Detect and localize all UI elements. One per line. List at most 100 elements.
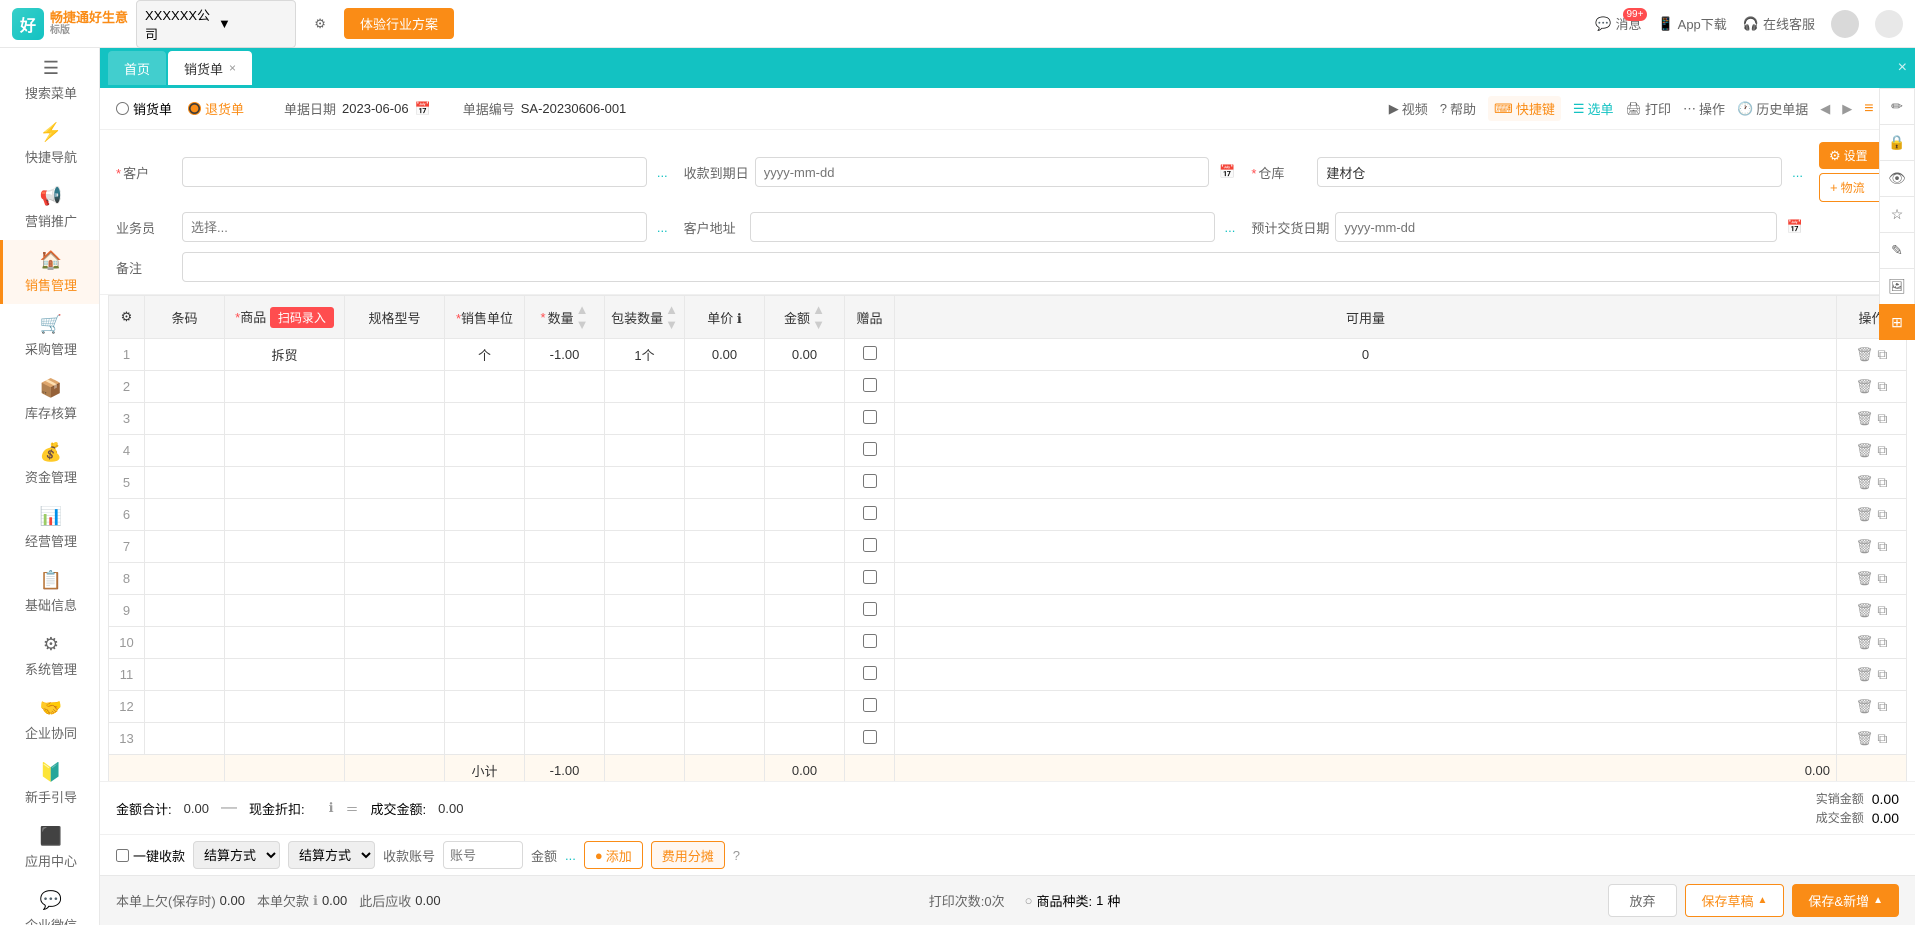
gift-checkbox-11[interactable] — [863, 698, 877, 712]
row-amount-6[interactable] — [765, 531, 845, 563]
copy-row-icon-4[interactable]: ⧉ — [1877, 474, 1887, 491]
row-unit-0[interactable]: 个 — [445, 339, 525, 371]
warehouse-select-btn[interactable]: ... — [1792, 165, 1803, 180]
row-pack-qty-4[interactable] — [605, 467, 685, 499]
float-image-btn[interactable]: 🖼 — [1879, 268, 1915, 304]
row-gift-12[interactable] — [845, 723, 895, 755]
delivery-date-calendar-icon[interactable]: 📅 — [1787, 219, 1803, 235]
row-spec-3[interactable] — [345, 435, 445, 467]
row-qty-1[interactable] — [525, 371, 605, 403]
row-unit-price-12[interactable] — [685, 723, 765, 755]
row-unit-price-3[interactable] — [685, 435, 765, 467]
salesperson-input[interactable] — [182, 212, 647, 242]
customer-addr-select-btn[interactable]: ... — [1225, 220, 1236, 235]
sidebar-item-finance[interactable]: 💰 资金管理 — [0, 432, 99, 496]
float-lock-btn[interactable]: 🔒 — [1879, 124, 1915, 160]
delete-row-icon-0[interactable]: 🗑 — [1856, 346, 1874, 363]
copy-row-icon-8[interactable]: ⧉ — [1877, 602, 1887, 619]
row-unit-4[interactable] — [445, 467, 525, 499]
row-barcode-7[interactable] — [145, 563, 225, 595]
gift-checkbox-3[interactable] — [863, 442, 877, 456]
add-payment-btn[interactable]: ● 添加 — [584, 841, 643, 869]
sidebar-item-quick[interactable]: ⚡ 快捷导航 — [0, 112, 99, 176]
row-barcode-4[interactable] — [145, 467, 225, 499]
customer-addr-input[interactable] — [750, 212, 1215, 242]
delete-row-icon-6[interactable]: 🗑 — [1856, 538, 1874, 555]
save-draft-button[interactable]: 保存草稿 ▲ — [1685, 884, 1785, 917]
row-barcode-10[interactable] — [145, 659, 225, 691]
row-gift-4[interactable] — [845, 467, 895, 499]
row-unit-1[interactable] — [445, 371, 525, 403]
row-spec-1[interactable] — [345, 371, 445, 403]
row-barcode-5[interactable] — [145, 499, 225, 531]
radio-sales-order[interactable]: 销货单 — [116, 99, 172, 118]
row-amount-11[interactable] — [765, 691, 845, 723]
row-amount-8[interactable] — [765, 595, 845, 627]
radio-sales-input[interactable] — [116, 102, 129, 115]
row-spec-7[interactable] — [345, 563, 445, 595]
row-barcode-6[interactable] — [145, 531, 225, 563]
save-new-button[interactable]: 保存&新增 ▲ — [1792, 884, 1899, 917]
row-barcode-2[interactable] — [145, 403, 225, 435]
row-qty-0[interactable]: -1.00 — [525, 339, 605, 371]
row-gift-9[interactable] — [845, 627, 895, 659]
view-list-btn[interactable]: ≡ — [1864, 100, 1873, 118]
row-amount-0[interactable]: 0.00 — [765, 339, 845, 371]
row-unit-9[interactable] — [445, 627, 525, 659]
sidebar-item-operations[interactable]: 📊 经营管理 — [0, 496, 99, 560]
row-qty-2[interactable] — [525, 403, 605, 435]
gift-checkbox-2[interactable] — [863, 410, 877, 424]
row-unit-price-4[interactable] — [685, 467, 765, 499]
row-qty-3[interactable] — [525, 435, 605, 467]
delete-row-icon-1[interactable]: 🗑 — [1856, 378, 1874, 395]
row-gift-8[interactable] — [845, 595, 895, 627]
history-btn[interactable]: 🕐 历史单据 — [1737, 99, 1808, 118]
row-pack-qty-3[interactable] — [605, 435, 685, 467]
row-gift-0[interactable] — [845, 339, 895, 371]
row-qty-5[interactable] — [525, 499, 605, 531]
calendar-icon[interactable]: 📅 — [415, 101, 431, 117]
copy-row-icon-0[interactable]: ⧉ — [1877, 346, 1887, 363]
copy-row-icon-5[interactable]: ⧉ — [1877, 506, 1887, 523]
sidebar-item-marketing[interactable]: 📢 营销推广 — [0, 176, 99, 240]
user-menu[interactable] — [1875, 10, 1903, 38]
row-barcode-11[interactable] — [145, 691, 225, 723]
tab-home[interactable]: 首页 — [108, 51, 166, 85]
delete-row-icon-2[interactable]: 🗑 — [1856, 410, 1874, 427]
row-unit-11[interactable] — [445, 691, 525, 723]
salesperson-select-btn[interactable]: ... — [657, 220, 668, 235]
row-gift-2[interactable] — [845, 403, 895, 435]
row-gift-11[interactable] — [845, 691, 895, 723]
float-star-btn[interactable]: ☆ — [1879, 196, 1915, 232]
row-amount-4[interactable] — [765, 467, 845, 499]
row-pack-qty-7[interactable] — [605, 563, 685, 595]
customer-input[interactable] — [182, 157, 647, 187]
copy-row-icon-7[interactable]: ⧉ — [1877, 570, 1887, 587]
row-amount-12[interactable] — [765, 723, 845, 755]
video-btn[interactable]: ▶ 视频 — [1389, 99, 1428, 118]
row-unit-price-7[interactable] — [685, 563, 765, 595]
row-pack-qty-11[interactable] — [605, 691, 685, 723]
row-spec-8[interactable] — [345, 595, 445, 627]
row-product-6[interactable] — [225, 531, 345, 563]
gift-checkbox-4[interactable] — [863, 474, 877, 488]
discard-button[interactable]: 放弃 — [1608, 884, 1676, 917]
copy-row-icon-10[interactable]: ⧉ — [1877, 666, 1887, 683]
row-qty-9[interactable] — [525, 627, 605, 659]
row-unit-price-10[interactable] — [685, 659, 765, 691]
row-amount-5[interactable] — [765, 499, 845, 531]
row-unit-6[interactable] — [445, 531, 525, 563]
row-barcode-3[interactable] — [145, 435, 225, 467]
row-qty-4[interactable] — [525, 467, 605, 499]
row-barcode-0[interactable] — [145, 339, 225, 371]
sidebar-item-search[interactable]: ☰ 搜索菜单 — [0, 48, 99, 112]
nav-prev-btn[interactable]: ◀ — [1820, 101, 1830, 117]
row-qty-10[interactable] — [525, 659, 605, 691]
gift-checkbox-6[interactable] — [863, 538, 877, 552]
message-button[interactable]: 💬 消息 99+ — [1595, 14, 1641, 33]
delete-row-icon-11[interactable]: 🗑 — [1856, 698, 1874, 715]
row-unit-price-9[interactable] — [685, 627, 765, 659]
float-edit-btn[interactable]: ✎ — [1879, 232, 1915, 268]
copy-row-icon-12[interactable]: ⧉ — [1877, 730, 1887, 747]
copy-row-icon-2[interactable]: ⧉ — [1877, 410, 1887, 427]
